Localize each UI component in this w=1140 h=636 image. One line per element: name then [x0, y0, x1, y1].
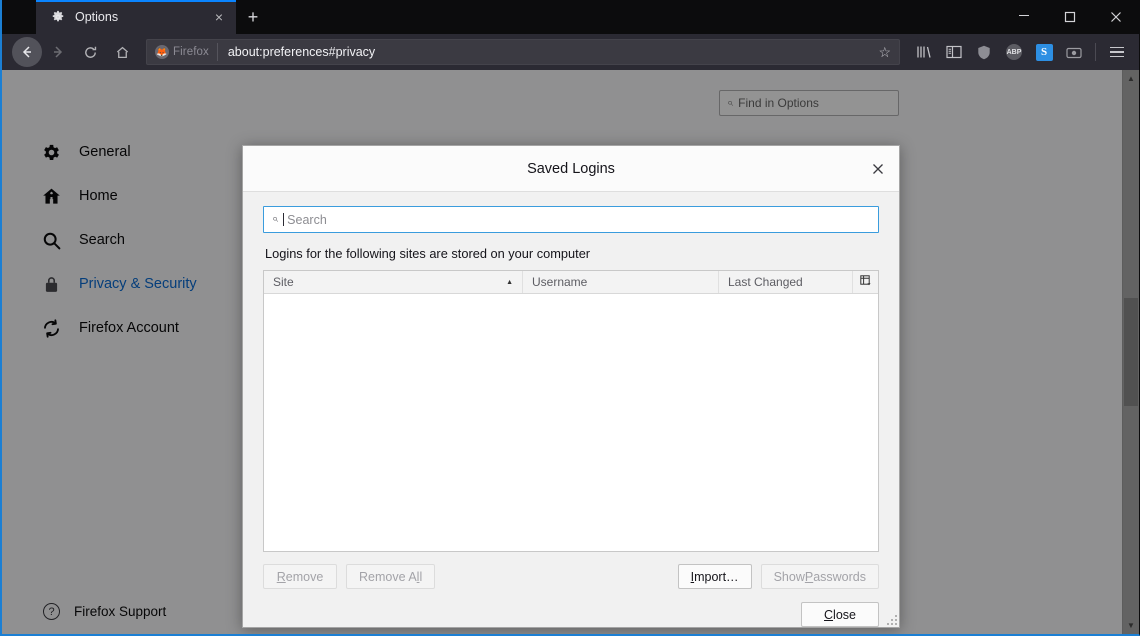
tab-options[interactable]: Options ×: [36, 0, 236, 34]
logins-table-body[interactable]: [264, 294, 878, 551]
s-extension-badge: S: [1035, 43, 1053, 61]
tab-title: Options: [75, 10, 119, 24]
adblock-badge: ABP: [1006, 44, 1022, 60]
sidebar-icon[interactable]: [940, 38, 968, 66]
import-button[interactable]: Import…: [677, 564, 752, 589]
search-icon: ⌕: [272, 213, 279, 225]
column-header-site[interactable]: Site ▲: [264, 271, 522, 293]
column-header-label: Last Changed: [728, 275, 803, 289]
column-header-username[interactable]: Username: [522, 271, 718, 293]
remove-button[interactable]: Remove: [263, 564, 337, 589]
gear-icon: [50, 9, 66, 25]
url-bar[interactable]: 🦊 Firefox about:preferences#privacy ☆: [146, 39, 900, 65]
url-text[interactable]: about:preferences#privacy: [218, 45, 879, 59]
tab-close-icon[interactable]: ×: [210, 8, 228, 26]
column-header-label: Username: [532, 275, 588, 289]
close-button[interactable]: Close: [801, 602, 879, 627]
remove-all-button[interactable]: Remove All: [346, 564, 436, 589]
library-icon[interactable]: [910, 38, 938, 66]
new-tab-button[interactable]: +: [236, 0, 270, 34]
adblock-icon[interactable]: ABP: [1000, 38, 1028, 66]
preferences-page: ⌕ Find in Options General Home Search Pr…: [2, 70, 1139, 634]
identity-label: Firefox: [173, 46, 209, 58]
column-picker-glyph: [859, 274, 872, 290]
tabstrip-lead-space: [2, 0, 36, 34]
firefox-logo-icon: 🦊: [155, 45, 169, 59]
logins-search-input[interactable]: ⌕ Search: [263, 206, 879, 233]
dialog-resize-grip[interactable]: [885, 613, 897, 625]
column-header-last-changed[interactable]: Last Changed: [718, 271, 852, 293]
screenshot-icon[interactable]: [1060, 38, 1088, 66]
saved-logins-dialog: Saved Logins ⌕ Search Logins for the fol…: [242, 145, 900, 628]
identity-box[interactable]: 🦊 Firefox: [151, 43, 218, 61]
window-controls: [1001, 0, 1139, 34]
column-header-label: Site: [273, 275, 294, 289]
toolbar-separator: [1095, 43, 1096, 61]
shield-icon[interactable]: [970, 38, 998, 66]
bookmark-star-icon[interactable]: ☆: [878, 44, 893, 61]
s-extension-icon[interactable]: S: [1030, 38, 1058, 66]
column-picker-icon[interactable]: [852, 271, 878, 293]
minimize-button[interactable]: [1001, 0, 1047, 34]
back-button[interactable]: [12, 37, 42, 67]
show-passwords-button[interactable]: Show Passwords: [760, 564, 879, 589]
dialog-titlebar: Saved Logins: [243, 146, 899, 192]
dialog-close-row: Close: [243, 589, 899, 627]
toolbar-icons: ABP S: [910, 38, 1133, 66]
logins-table-header: Site ▲ Username Last Changed: [264, 271, 878, 294]
forward-button[interactable]: [42, 37, 74, 67]
dialog-body: ⌕ Search Logins for the following sites …: [243, 192, 899, 552]
home-button[interactable]: [106, 37, 138, 67]
dialog-action-row: Remove Remove All Import… Show Passwords: [243, 552, 899, 589]
dialog-title: Saved Logins: [527, 160, 615, 177]
tab-strip: Options × +: [2, 0, 1139, 34]
logins-table: Site ▲ Username Last Changed: [263, 270, 879, 552]
hamburger-menu-icon[interactable]: [1103, 38, 1131, 66]
reload-button[interactable]: [74, 37, 106, 67]
logins-search-placeholder: Search: [287, 212, 327, 227]
window-close-button[interactable]: [1093, 0, 1139, 34]
browser-window: Options × + 🦊 Firefox about:preferences#…: [0, 0, 1140, 636]
sort-ascending-icon: ▲: [506, 278, 513, 286]
text-caret: [283, 213, 285, 226]
logins-description: Logins for the following sites are store…: [265, 246, 591, 261]
maximize-button[interactable]: [1047, 0, 1093, 34]
navigation-toolbar: 🦊 Firefox about:preferences#privacy ☆ AB…: [2, 34, 1139, 70]
dialog-close-icon[interactable]: [863, 154, 893, 184]
